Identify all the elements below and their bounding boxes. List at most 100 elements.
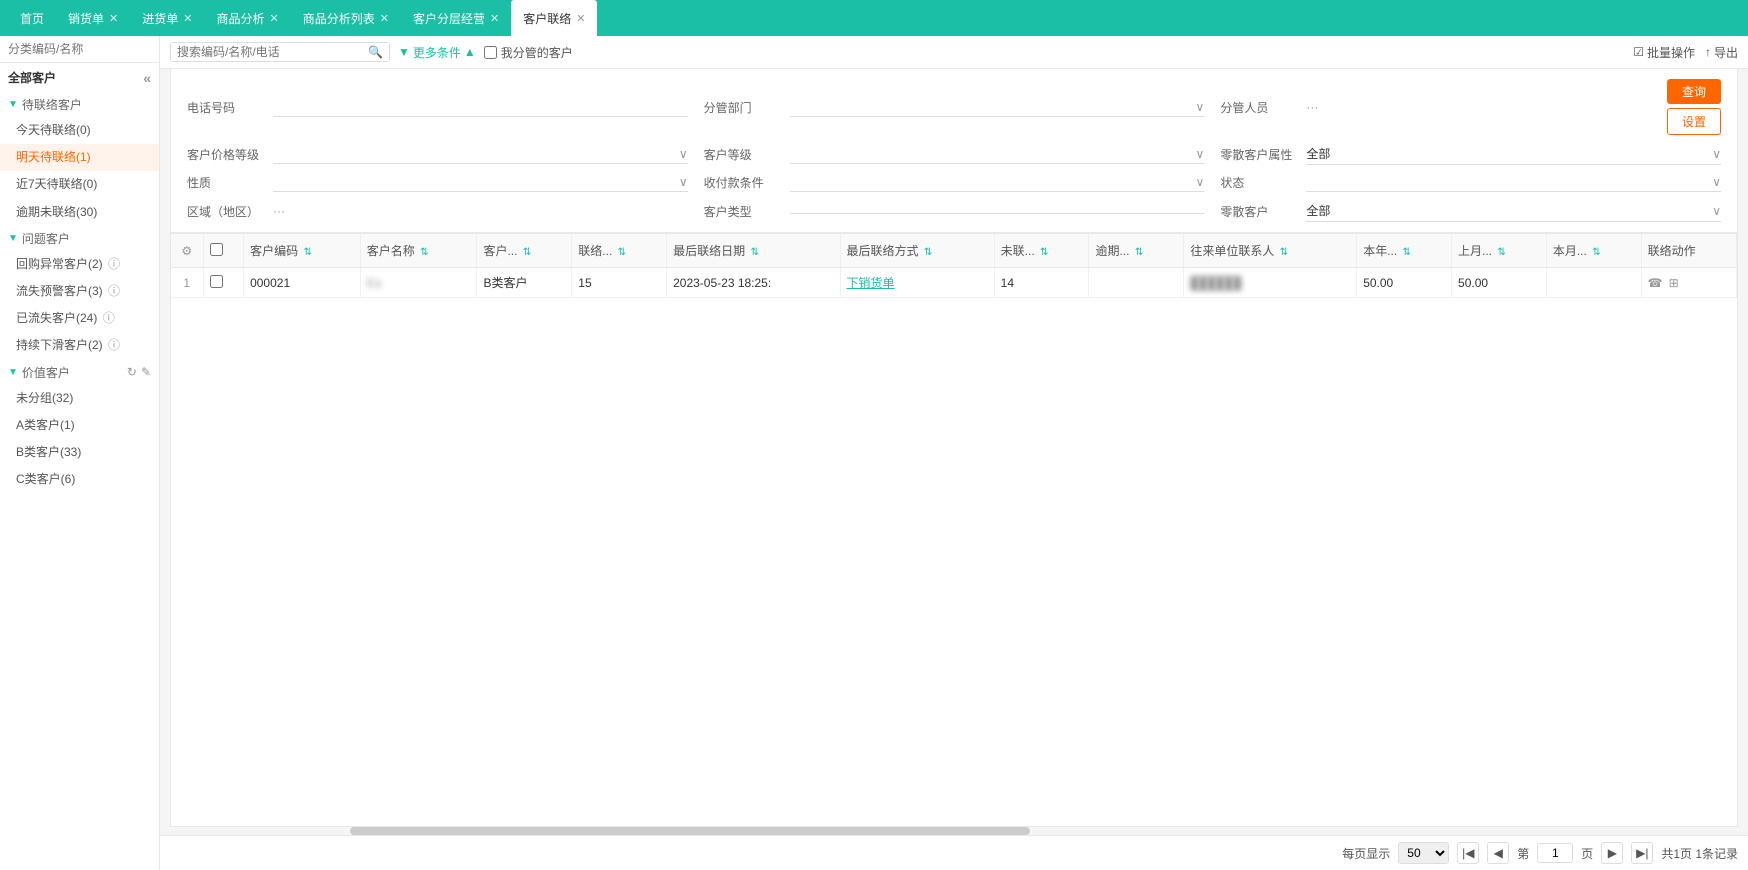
filter-retail-customer: 零散客户 全部 ∨ <box>1220 200 1721 222</box>
row-checkbox[interactable] <box>210 275 223 288</box>
th-code[interactable]: 客户编码 ⇅ <box>244 234 361 268</box>
sidebar-search-input[interactable] <box>8 42 160 56</box>
search-icon[interactable]: 🔍 <box>368 45 383 59</box>
sidebar-item-declining[interactable]: 持续下滑客户(2) ⓘ <box>0 332 159 359</box>
sidebar-item-tomorrow[interactable]: 明天待联络(1) <box>0 144 159 171</box>
nav-purchase[interactable]: 进货单 ✕ <box>130 0 204 36</box>
page-unit-label: 页 <box>1581 845 1593 862</box>
td-last-month: 50.00 <box>1452 268 1547 298</box>
bulk-btn[interactable]: ☑ 批量操作 <box>1633 44 1695 61</box>
my-customers-checkbox[interactable] <box>484 46 497 59</box>
payment-arrow: ∨ <box>1196 175 1205 189</box>
table-area: ⚙ 客户编码 ⇅ 客户名称 ⇅ <box>170 233 1738 827</box>
my-customers-checkbox-label[interactable]: 我分管的客户 <box>484 44 573 61</box>
scrollbar-thumb[interactable] <box>350 827 1030 835</box>
dept-label: 分管部门 <box>704 99 784 116</box>
retail-attr-label: 零散客户属性 <box>1220 146 1300 163</box>
nav-customer-contact[interactable]: 客户联络 ✕ <box>511 0 597 36</box>
td-overdue <box>1089 268 1184 298</box>
sidebar-item-a-class[interactable]: A类客户(1) <box>0 412 159 439</box>
sidebar-item-7days[interactable]: 近7天待联络(0) <box>0 171 159 198</box>
sort-icon-last-month: ⇅ <box>1497 247 1505 258</box>
page-input[interactable] <box>1537 843 1573 863</box>
sidebar-item-repurchase[interactable]: 回购异常客户(2) ⓘ <box>0 251 159 278</box>
next-page-btn[interactable]: ▶ <box>1601 842 1623 864</box>
content-area: 🔍 ▼ 更多条件 ▲ 我分管的客户 ☑ 批量操作 ↑ 导出 <box>160 36 1748 870</box>
per-page-select[interactable]: 50 100 200 <box>1398 842 1449 864</box>
nav-home[interactable]: 首页 <box>8 0 56 36</box>
query-button[interactable]: 查询 <box>1667 79 1721 104</box>
edit-icon[interactable]: ✎ <box>141 365 151 379</box>
nav-product-analysis-list[interactable]: 商品分析列表 ✕ <box>291 0 401 36</box>
price-grade-select[interactable]: ∨ <box>273 145 688 164</box>
retail-customer-select[interactable]: 全部 ∨ <box>1306 200 1721 222</box>
region-dots[interactable]: ··· <box>273 204 285 218</box>
filter-panel: 电话号码 分管部门 ∨ 分管人员 ··· 查询 设置 客户价格等 <box>170 69 1738 233</box>
td-last-date: 2023-05-23 18:25: <box>667 268 840 298</box>
customer-type-select[interactable] <box>790 209 1205 214</box>
prev-page-btn[interactable]: ◀ <box>1487 842 1509 864</box>
sidebar-item-c-class[interactable]: C类客户(6) <box>0 466 159 493</box>
sidebar-item-churned[interactable]: 已流失客户(24) ⓘ <box>0 305 159 332</box>
retail-attr-select[interactable]: 全部 ∨ <box>1306 143 1721 165</box>
phone-input[interactable] <box>273 98 688 117</box>
sort-icon-code: ⇅ <box>303 247 311 258</box>
contact-action-icon[interactable]: ☎ <box>1648 276 1663 290</box>
export-btn[interactable]: ↑ 导出 <box>1705 44 1738 61</box>
sidebar-item-ungroup[interactable]: 未分组(32) <box>0 385 159 412</box>
manager-dots[interactable]: ··· <box>1306 100 1318 114</box>
toolbar-right: ☑ 批量操作 ↑ 导出 <box>1633 44 1738 61</box>
first-page-btn[interactable]: |◀ <box>1457 842 1479 864</box>
th-last-date: 最后联络日期 ⇅ <box>667 234 840 268</box>
filter-dept: 分管部门 ∨ <box>704 79 1205 135</box>
more-action-icon[interactable]: ⊞ <box>1669 276 1679 290</box>
sidebar: 🔍 全部客户 « ▼ 待联络客户 今天待联络(0) 明天待联络(1) 近7天待联… <box>0 36 160 870</box>
collapse-icon[interactable]: « <box>143 70 151 86</box>
refresh-icon[interactable]: ↻ <box>127 365 137 379</box>
sidebar-item-overdue[interactable]: 逾期未联络(30) <box>0 199 159 226</box>
close-sales-icon[interactable]: ✕ <box>109 12 118 25</box>
dept-select[interactable]: ∨ <box>790 98 1205 117</box>
status-label: 状态 <box>1220 174 1300 191</box>
sort-icon-overdue: ⇅ <box>1135 247 1143 258</box>
all-customers-title[interactable]: 全部客户 « <box>0 63 159 92</box>
main-layout: 🔍 全部客户 « ▼ 待联络客户 今天待联络(0) 明天待联络(1) 近7天待联… <box>0 36 1748 870</box>
close-contact-icon[interactable]: ✕ <box>576 12 585 25</box>
triangle-icon: ▼ <box>8 99 18 110</box>
td-last-method: 下销货单 <box>840 268 994 298</box>
select-all-checkbox[interactable] <box>210 243 223 256</box>
last-method-link[interactable]: 下销货单 <box>847 276 895 290</box>
customer-grade-select[interactable]: ∨ <box>790 145 1205 164</box>
status-select[interactable]: ∨ <box>1306 173 1721 192</box>
nav-sales[interactable]: 销货单 ✕ <box>56 0 130 36</box>
filter-btn[interactable]: ▼ 更多条件 ▲ <box>398 44 476 61</box>
sidebar-item-b-class[interactable]: B类客户(33) <box>0 439 159 466</box>
td-this-year: 50.00 <box>1357 268 1452 298</box>
filter-icon: ▼ <box>398 45 410 59</box>
settings-button[interactable]: 设置 <box>1667 108 1721 135</box>
last-page-btn[interactable]: ▶| <box>1631 842 1653 864</box>
pending-group: ▼ 待联络客户 <box>0 92 159 117</box>
gender-select[interactable]: ∨ <box>273 173 688 192</box>
sidebar-item-churn-warning[interactable]: 流失预警客户(3) ⓘ <box>0 278 159 305</box>
th-name[interactable]: 客户名称 ⇅ <box>360 234 477 268</box>
close-product-icon[interactable]: ✕ <box>270 12 279 25</box>
close-purchase-icon[interactable]: ✕ <box>183 12 192 25</box>
table-row: 1 000021 Ea B类客户 15 2023-05-23 18:25: 下销… <box>171 268 1737 298</box>
nav-product-analysis[interactable]: 商品分析 ✕ <box>204 0 290 36</box>
sort-icon-year: ⇅ <box>1403 247 1411 258</box>
total-label: 共1页 1条记录 <box>1661 845 1738 862</box>
gear-icon[interactable]: ⚙ <box>181 244 192 258</box>
nav-customer-layering[interactable]: 客户分层经营 ✕ <box>401 0 511 36</box>
sort-icon-unit: ⇅ <box>1280 247 1288 258</box>
search-input[interactable] <box>177 45 368 59</box>
sidebar-item-today[interactable]: 今天待联络(0) <box>0 117 159 144</box>
td-contacts: 15 <box>572 268 667 298</box>
sort-icon-type: ⇅ <box>523 247 531 258</box>
payment-select[interactable]: ∨ <box>790 173 1205 192</box>
filter-price-grade: 客户价格等级 ∨ <box>187 143 688 165</box>
manager-label: 分管人员 <box>1220 99 1300 116</box>
close-layering-icon[interactable]: ✕ <box>490 12 499 25</box>
close-product-list-icon[interactable]: ✕ <box>380 12 389 25</box>
triangle-icon3: ▼ <box>8 367 18 378</box>
